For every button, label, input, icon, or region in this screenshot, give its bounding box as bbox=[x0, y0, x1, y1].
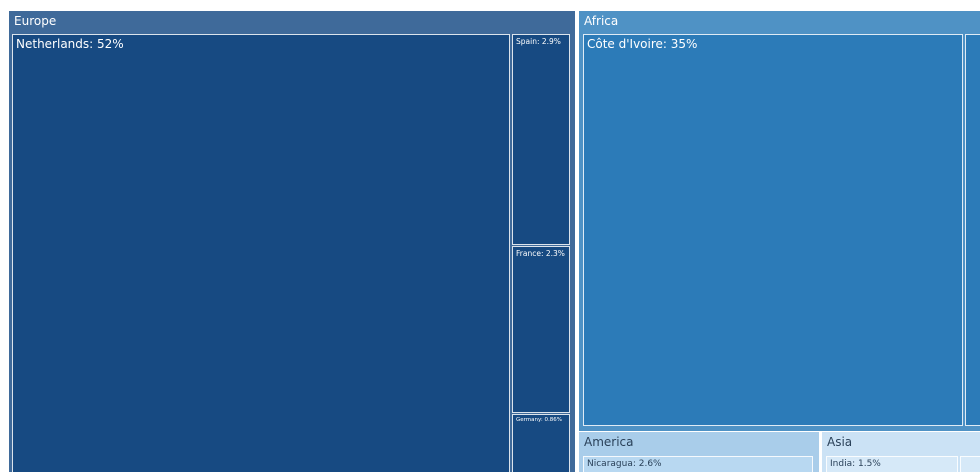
tile-france: France: 2.3% bbox=[512, 246, 570, 413]
tile-asia-other bbox=[960, 456, 980, 472]
tile-label-cote-divoire: Côte d'Ivoire: 35% bbox=[587, 37, 698, 51]
region-label-europe: Europe bbox=[14, 14, 57, 28]
region-label-america: America bbox=[584, 435, 634, 449]
tile-label-india: India: 1.5% bbox=[830, 459, 881, 469]
region-label-africa: Africa bbox=[584, 14, 619, 28]
tile-label-netherlands: Netherlands: 52% bbox=[16, 37, 124, 51]
tile-cote-divoire: Côte d'Ivoire: 35% bbox=[583, 34, 963, 426]
tile-label-france: France: 2.3% bbox=[516, 249, 565, 258]
tile-germany: Germany: 0.86% bbox=[512, 414, 570, 472]
tile-netherlands: Netherlands: 52% bbox=[12, 34, 510, 472]
tile-india: India: 1.5% bbox=[826, 456, 958, 472]
tile-label-germany: Germany: 0.86% bbox=[516, 417, 562, 423]
tile-label-spain: Spain: 2.9% bbox=[516, 37, 561, 46]
tile-nicaragua: Nicaragua: 2.6% bbox=[583, 456, 813, 472]
tile-spain: Spain: 2.9% bbox=[512, 34, 570, 245]
treemap-chart: Europe Africa America Asia Netherlands: … bbox=[0, 0, 980, 472]
tile-africa-other bbox=[965, 34, 980, 426]
region-label-asia: Asia bbox=[827, 435, 853, 449]
tile-label-nicaragua: Nicaragua: 2.6% bbox=[587, 459, 662, 469]
